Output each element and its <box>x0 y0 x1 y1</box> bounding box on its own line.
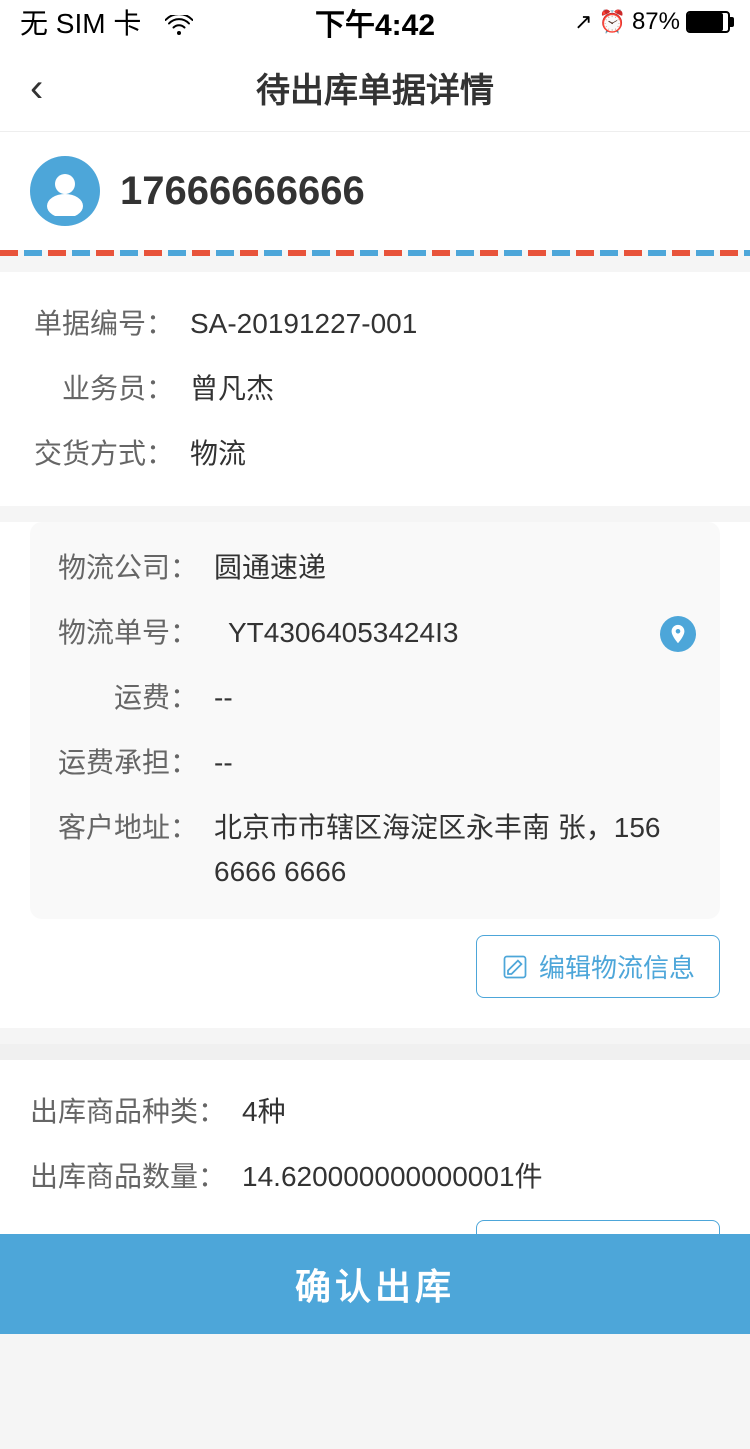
page-title: 待出库单据详情 <box>256 63 494 112</box>
address-value: 北京市市辖区海淀区永丰南 张，156 6666 6666 <box>214 806 696 896</box>
logistics-company-row: 物流公司： 圆通速递 <box>54 546 696 591</box>
logistics-company-value: 圆通速递 <box>214 546 696 591</box>
freight-bearer-row: 运费承担： -- <box>54 741 696 786</box>
edit-icon <box>501 953 529 981</box>
freight-label: 运费： <box>54 676 214 721</box>
back-button[interactable]: ‹ <box>30 68 43 108</box>
logistics-company-label: 物流公司： <box>54 546 214 591</box>
goods-quantity-value: 14.620000000000001件 <box>242 1155 720 1200</box>
alarm-icon: ⏰ <box>599 9 626 35</box>
doc-number-label: 单据编号： <box>30 302 190 347</box>
section-divider-1 <box>0 1044 750 1060</box>
bottom-spacer <box>0 1329 750 1449</box>
goods-quantity-row: 出库商品数量： 14.620000000000001件 <box>30 1155 720 1200</box>
dashed-divider <box>0 250 750 256</box>
battery-icon <box>686 11 730 33</box>
location-pin-icon <box>667 623 689 645</box>
address-row: 客户地址： 北京市市辖区海淀区永丰南 张，156 6666 6666 <box>54 806 696 896</box>
delivery-method-row: 交货方式： 物流 <box>30 432 720 477</box>
goods-type-row: 出库商品种类： 4种 <box>30 1090 720 1135</box>
freight-row: 运费： -- <box>54 676 696 721</box>
edit-logistics-label: 编辑物流信息 <box>539 948 695 985</box>
address-label: 客户地址： <box>54 806 214 851</box>
document-info-section: 单据编号： SA-20191227-001 业务员： 曾凡杰 交货方式： 物流 <box>0 272 750 506</box>
status-bar-time: 下午4:42 <box>315 0 435 44</box>
delivery-method-label: 交货方式： <box>30 432 190 477</box>
freight-bearer-label: 运费承担： <box>54 741 214 786</box>
freight-bearer-value: -- <box>214 741 696 786</box>
doc-number-row: 单据编号： SA-20191227-001 <box>30 302 720 347</box>
edit-logistics-container: 编辑物流信息 <box>30 935 720 998</box>
doc-number-value: SA-20191227-001 <box>190 302 720 347</box>
freight-value: -- <box>214 676 696 721</box>
confirm-outbound-button[interactable]: 确认出库 <box>295 1258 455 1310</box>
logistics-card: 物流公司： 圆通速递 物流单号： YT43064053424I3 运费： -- … <box>30 522 720 919</box>
tracking-row: 物流单号： YT43064053424I3 <box>54 611 696 656</box>
avatar <box>30 156 100 226</box>
tracking-number-value: YT43064053424I3 <box>228 611 646 656</box>
status-bar: 无 SIM 卡 下午4:42 ↗ ⏰ 87% <box>0 0 750 44</box>
nav-bar: ‹ 待出库单据详情 <box>0 44 750 132</box>
salesperson-label: 业务员： <box>30 367 190 412</box>
user-avatar-icon <box>40 166 90 216</box>
map-pin-icon[interactable] <box>660 616 696 652</box>
bottom-bar: 确认出库 <box>0 1234 750 1334</box>
tracking-label: 物流单号： <box>54 611 214 656</box>
delivery-method-value: 物流 <box>190 432 720 477</box>
location-icon: ↗ <box>574 9 592 35</box>
status-bar-carrier: 无 SIM 卡 <box>20 2 193 42</box>
goods-type-value: 4种 <box>242 1090 720 1135</box>
customer-phone: 17666666666 <box>120 169 365 214</box>
goods-type-label: 出库商品种类： <box>30 1090 242 1135</box>
edit-logistics-button[interactable]: 编辑物流信息 <box>476 935 720 998</box>
battery-percent: 87% <box>632 8 680 36</box>
wifi-icon <box>165 15 193 37</box>
status-bar-right: ↗ ⏰ 87% <box>574 8 730 36</box>
logistics-section: 物流公司： 圆通速递 物流单号： YT43064053424I3 运费： -- … <box>0 522 750 1028</box>
goods-quantity-label: 出库商品数量： <box>30 1155 242 1200</box>
customer-header: 17666666666 <box>0 132 750 250</box>
salesperson-row: 业务员： 曾凡杰 <box>30 367 720 412</box>
salesperson-value: 曾凡杰 <box>190 367 720 412</box>
